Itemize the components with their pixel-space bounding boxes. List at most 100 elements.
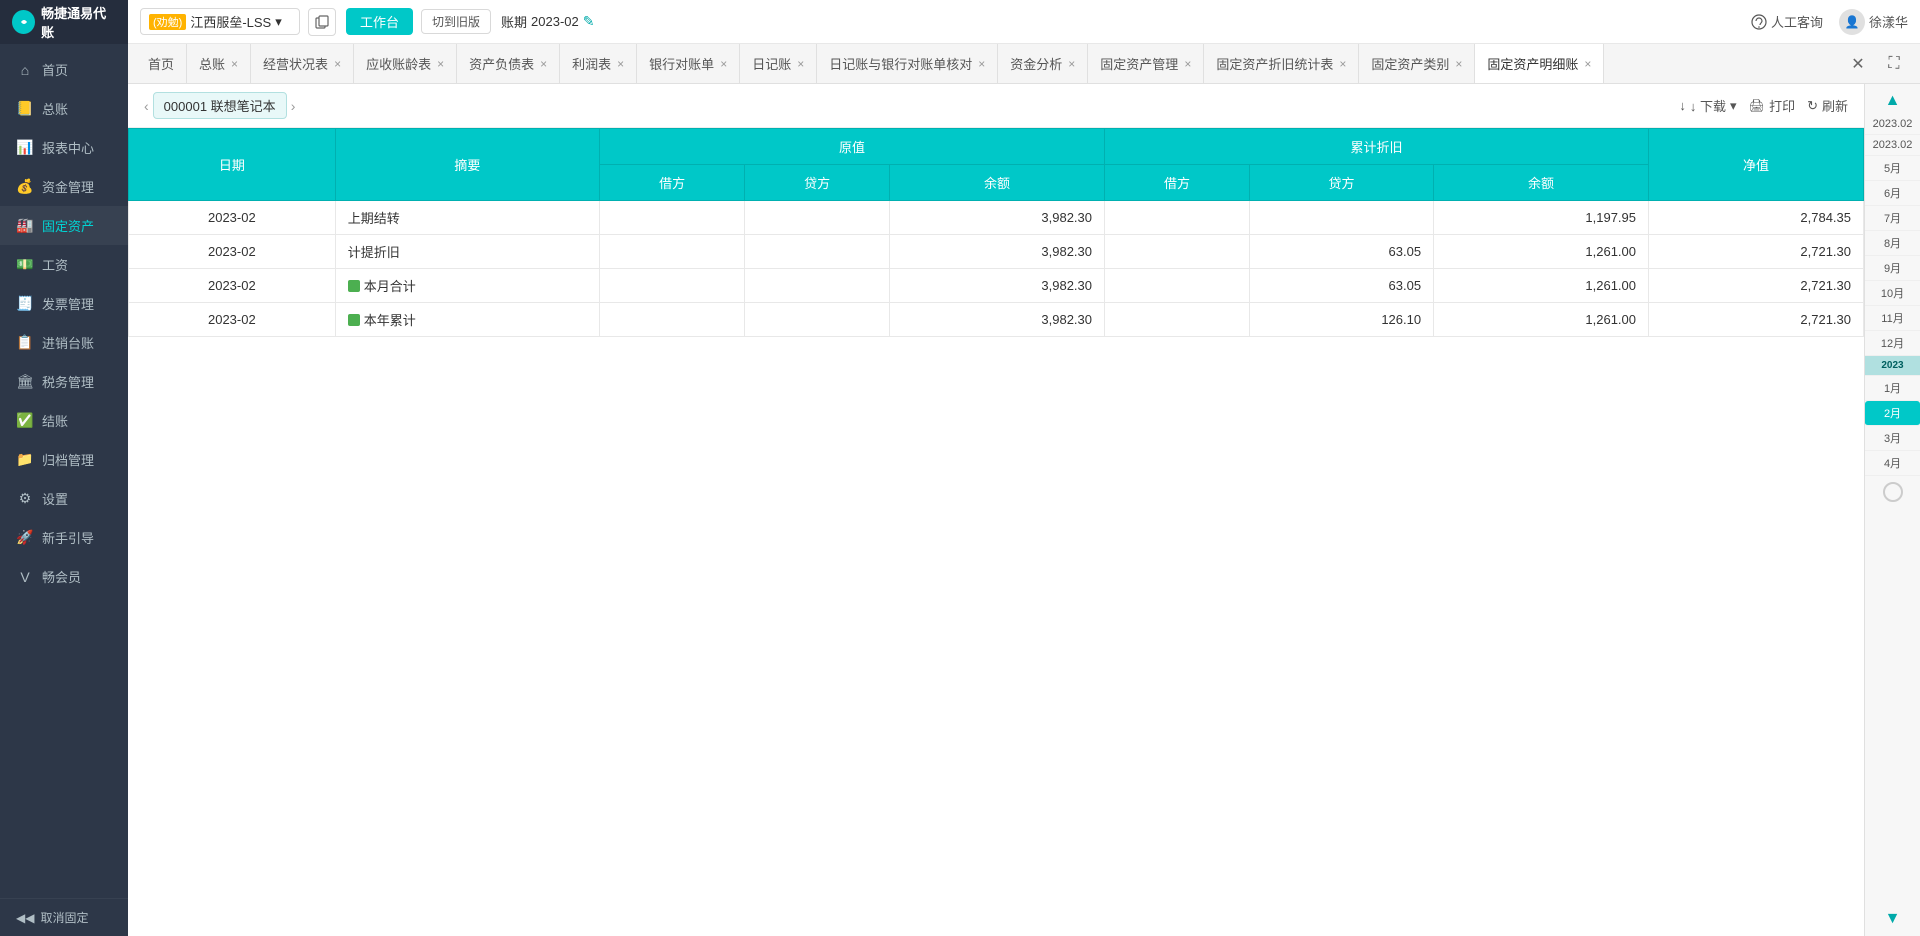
date-month-item[interactable]: 4月: [1865, 451, 1920, 476]
sidebar-item-member[interactable]: V 畅会员: [0, 557, 128, 596]
copy-button[interactable]: [308, 8, 336, 36]
tab-固定资产折旧统计表[interactable]: 固定资产折旧统计表 ×: [1204, 44, 1359, 83]
cell-dep-balance: 1,261.00: [1434, 303, 1649, 337]
date-down-button[interactable]: ▼: [1865, 906, 1920, 932]
company-selector[interactable]: (劝勉) 江西服垒-LSS ▾: [140, 8, 300, 35]
tab-close-icon[interactable]: ×: [1184, 58, 1191, 70]
date-month-item[interactable]: 8月: [1865, 231, 1920, 256]
tab-label: 固定资产折旧统计表: [1216, 54, 1333, 73]
date-month-item[interactable]: 3月: [1865, 426, 1920, 451]
tab-close-icon[interactable]: ×: [334, 58, 341, 70]
sidebar-label-fixed-assets: 固定资产: [42, 216, 94, 235]
print-button[interactable]: 🖨 打印: [1749, 96, 1796, 115]
tab-close-icon[interactable]: ×: [437, 58, 444, 70]
cell-net-value: 2,721.30: [1649, 235, 1864, 269]
sidebar-item-settings[interactable]: ⚙ 设置: [0, 479, 128, 518]
maximize-button[interactable]: ⛶: [1880, 50, 1908, 78]
tab-close-icon[interactable]: ×: [797, 58, 804, 70]
sidebar-item-tax[interactable]: 🏛 税务管理: [0, 362, 128, 401]
tab-close-icon[interactable]: ×: [1339, 58, 1346, 70]
period-display: 账期 2023-02 ✎: [501, 12, 594, 31]
sidebar-label-member: 畅会员: [42, 567, 81, 586]
close-all-tabs-button[interactable]: ✕: [1844, 50, 1872, 78]
tab-应收账龄表[interactable]: 应收账龄表×: [354, 44, 457, 83]
member-icon: V: [16, 568, 34, 586]
refresh-icon: ↻: [1807, 98, 1818, 114]
tab-label: 银行对账单: [649, 54, 714, 73]
sidebar-item-finance[interactable]: 💰 资金管理: [0, 167, 128, 206]
asset-nav-item[interactable]: 000001 联想笔记本: [153, 92, 287, 119]
tab-总账[interactable]: 总账×: [187, 44, 251, 83]
user-menu[interactable]: 👤 徐漾华: [1839, 9, 1908, 35]
sidebar-label-invoice: 发票管理: [42, 294, 94, 313]
sidebar-item-wages[interactable]: 💵 工资: [0, 245, 128, 284]
period-edit-icon[interactable]: ✎: [583, 13, 595, 30]
date-month-item[interactable]: 10月: [1865, 281, 1920, 306]
tab-日记账[interactable]: 日记账×: [740, 44, 817, 83]
date-month-item[interactable]: 5月: [1865, 156, 1920, 181]
date-month-item[interactable]: 2023.02: [1865, 114, 1920, 135]
cell-dep-debit: [1105, 235, 1250, 269]
tab-close-icon[interactable]: ×: [978, 58, 985, 70]
tab-首页[interactable]: 首页: [136, 44, 187, 83]
col-orig-balance: 余额: [890, 165, 1105, 201]
sidebar-unpin[interactable]: ◀◀ 取消固定: [0, 898, 128, 936]
cell-orig-credit: [745, 303, 890, 337]
workbench-button[interactable]: 工作台: [346, 8, 413, 35]
nav-prev-arrow[interactable]: ‹: [144, 98, 149, 114]
period-label: 账期: [501, 12, 527, 31]
date-month-item[interactable]: 12月: [1865, 331, 1920, 356]
date-month-item[interactable]: 7月: [1865, 206, 1920, 231]
tab-bar: 首页总账×经营状况表×应收账龄表×资产负债表×利润表×银行对账单×日记账×日记账…: [128, 44, 1920, 84]
tab-资产负债表[interactable]: 资产负债表×: [457, 44, 560, 83]
sidebar-item-reports[interactable]: 📊 报表中心: [0, 128, 128, 167]
sidebar-item-ledger[interactable]: 📒 总账: [0, 89, 128, 128]
cell-orig-balance: 3,982.30: [890, 303, 1105, 337]
company-dropdown-icon: ▾: [275, 14, 282, 30]
sidebar-item-home[interactable]: ⌂ 首页: [0, 50, 128, 89]
sidebar-item-closing[interactable]: ✅ 结账: [0, 401, 128, 440]
wages-icon: 💵: [16, 256, 34, 274]
tab-close-icon[interactable]: ×: [1584, 58, 1591, 70]
main-area: (劝勉) 江西服垒-LSS ▾ 工作台 切到旧版 账期 2023-02 ✎ 人工…: [128, 0, 1920, 936]
switch-version-button[interactable]: 切到旧版: [421, 9, 491, 34]
date-month-item[interactable]: 6月: [1865, 181, 1920, 206]
date-month-item[interactable]: 1月: [1865, 376, 1920, 401]
tab-close-icon[interactable]: ×: [1068, 58, 1075, 70]
tab-银行对账单[interactable]: 银行对账单 ×: [637, 44, 740, 83]
sidebar-item-invoice[interactable]: 🧾 发票管理: [0, 284, 128, 323]
tab-固定资产类别[interactable]: 固定资产类别×: [1359, 44, 1475, 83]
sidebar-item-fixed-assets[interactable]: 🏭 固定资产: [0, 206, 128, 245]
sidebar-item-sales[interactable]: 📋 进销台账: [0, 323, 128, 362]
tab-close-icon[interactable]: ×: [540, 58, 547, 70]
tax-icon: 🏛: [16, 373, 34, 391]
tab-日记账与银行对账单核对[interactable]: 日记账与银行对账单核对×: [817, 44, 998, 83]
tab-close-icon[interactable]: ×: [231, 58, 238, 70]
tab-经营状况表[interactable]: 经营状况表×: [251, 44, 354, 83]
tab-close-icon[interactable]: ×: [1455, 58, 1462, 70]
tab-固定资产管理[interactable]: 固定资产管理×: [1088, 44, 1204, 83]
date-month-item[interactable]: 11月: [1865, 306, 1920, 331]
sidebar-label-guide: 新手引导: [42, 528, 94, 547]
date-month-item[interactable]: 2月: [1865, 401, 1920, 426]
date-up-button[interactable]: ▲: [1865, 88, 1920, 114]
content-area: ‹ 000001 联想笔记本 › ↓ ↓ 下载 ▾ 🖨 打印 ↻ 刷新: [128, 84, 1920, 936]
date-month-item[interactable]: 2023.02: [1865, 135, 1920, 156]
cell-orig-credit: [745, 269, 890, 303]
sidebar-label-wages: 工资: [42, 255, 68, 274]
tab-固定资产明细账[interactable]: 固定资产明细账×: [1475, 44, 1604, 83]
closing-icon: ✅: [16, 412, 34, 430]
sidebar-item-archive[interactable]: 📁 归档管理: [0, 440, 128, 479]
tab-资金分析[interactable]: 资金分析×: [998, 44, 1088, 83]
date-month-item[interactable]: 9月: [1865, 256, 1920, 281]
date-year-item[interactable]: 2023: [1865, 356, 1920, 376]
tab-close-icon[interactable]: ×: [720, 58, 727, 70]
refresh-button[interactable]: ↻ 刷新: [1807, 96, 1848, 115]
service-button[interactable]: 人工客询: [1751, 12, 1823, 31]
tab-利润表[interactable]: 利润表×: [560, 44, 637, 83]
nav-next-arrow[interactable]: ›: [291, 98, 296, 114]
download-button[interactable]: ↓ ↓ 下载 ▾: [1679, 96, 1736, 115]
sidebar-item-guide[interactable]: 🚀 新手引导: [0, 518, 128, 557]
date-circle-item[interactable]: [1883, 482, 1903, 502]
tab-close-icon[interactable]: ×: [617, 58, 624, 70]
